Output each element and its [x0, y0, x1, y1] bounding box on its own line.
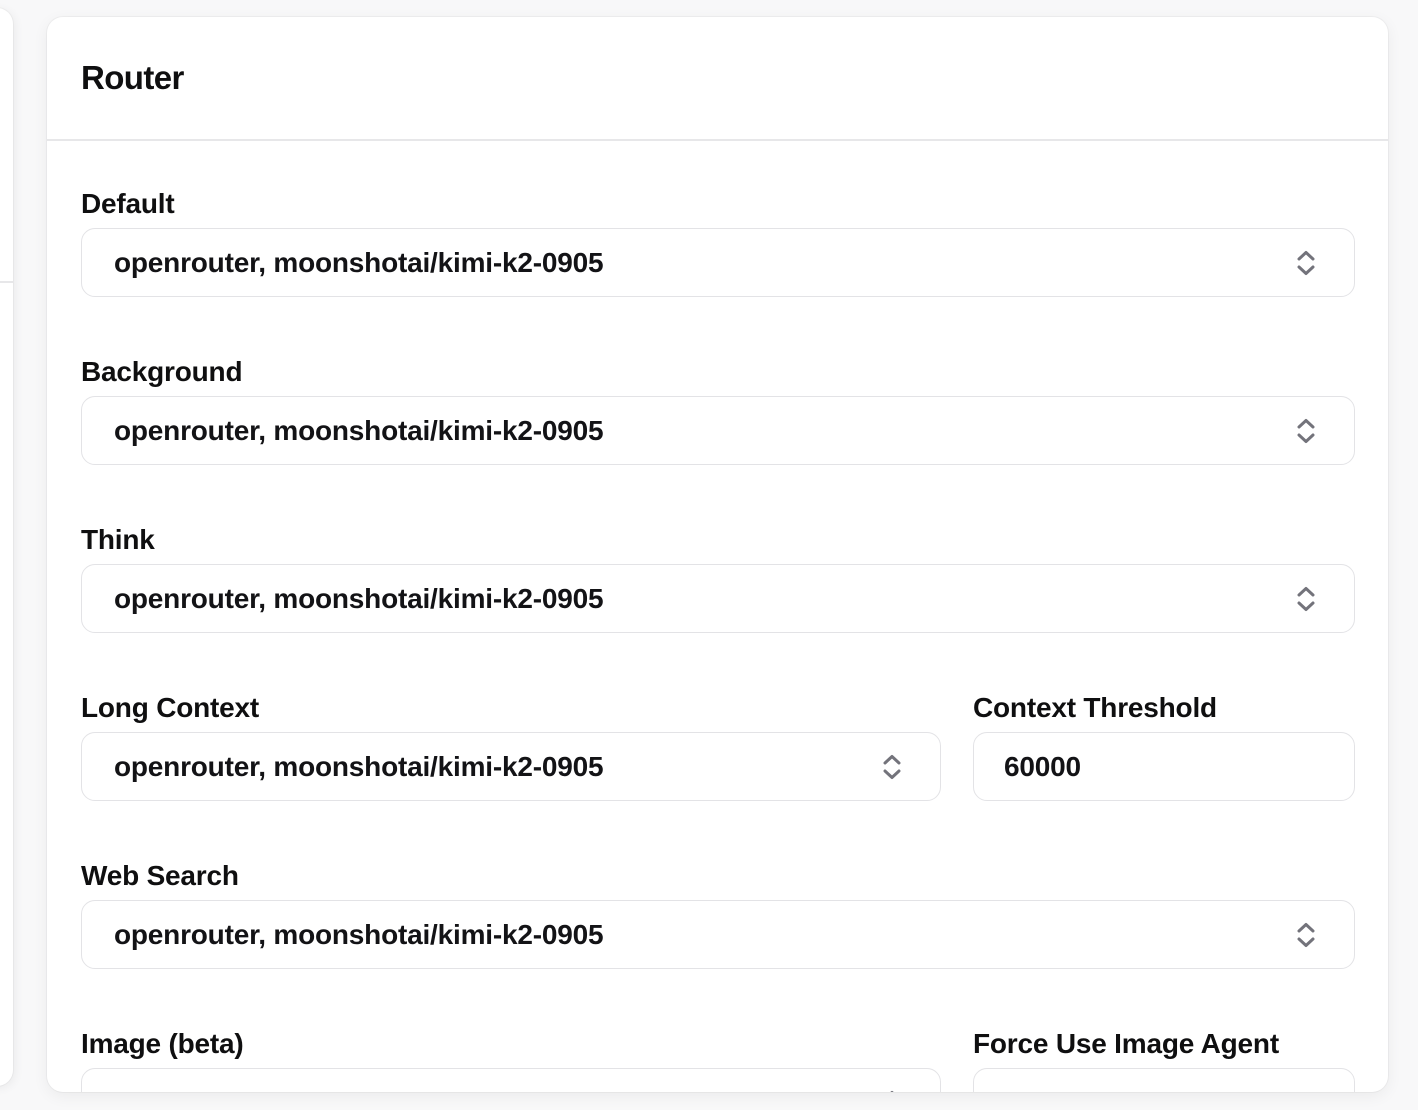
- background-model-select[interactable]: openrouter, moonshotai/kimi-k2-0905: [81, 396, 1355, 465]
- row-long-context: Long Context openrouter, moonshotai/kimi…: [81, 690, 1355, 801]
- chevron-up-down-icon: [883, 754, 901, 779]
- adjacent-card-edge: [0, 8, 13, 1086]
- long-context-model-value: openrouter, moonshotai/kimi-k2-0905: [114, 750, 604, 782]
- web-search-model-select[interactable]: openrouter, moonshotai/kimi-k2-0905: [81, 900, 1355, 969]
- force-use-image-agent-label: Force Use Image Agent: [973, 1028, 1279, 1059]
- long-context-model-select[interactable]: openrouter, moonshotai/kimi-k2-0905: [81, 732, 941, 801]
- field-force-use-image-agent: Force Use Image Agent: [973, 1026, 1355, 1092]
- long-context-label: Long Context: [81, 692, 260, 723]
- field-context-threshold: Context Threshold: [973, 690, 1355, 801]
- field-think: Think openrouter, moonshotai/kimi-k2-090…: [81, 522, 1355, 633]
- router-card-body: Default openrouter, moonshotai/kimi-k2-0…: [47, 141, 1388, 1092]
- chevron-up-down-icon: [1297, 250, 1315, 275]
- router-settings-card: Router Default openrouter, moonshotai/ki…: [47, 17, 1388, 1092]
- default-model-select[interactable]: openrouter, moonshotai/kimi-k2-0905: [81, 228, 1355, 297]
- adjacent-card-divider: [0, 281, 13, 283]
- chevron-up-down-icon: [1297, 922, 1315, 947]
- chevron-up-down-icon: [1297, 586, 1315, 611]
- chevron-up-down-icon: [1297, 418, 1315, 443]
- think-label: Think: [81, 524, 155, 555]
- field-default: Default openrouter, moonshotai/kimi-k2-0…: [81, 186, 1355, 297]
- default-model-value: openrouter, moonshotai/kimi-k2-0905: [114, 246, 604, 278]
- field-web-search: Web Search openrouter, moonshotai/kimi-k…: [81, 858, 1355, 969]
- page-title: Router: [81, 59, 184, 96]
- router-card-header: Router: [47, 17, 1388, 139]
- context-threshold-label: Context Threshold: [973, 692, 1217, 723]
- chevron-up-down-icon: [889, 1090, 895, 1092]
- background-label: Background: [81, 356, 243, 387]
- field-image: Image (beta): [81, 1026, 941, 1092]
- image-label: Image (beta): [81, 1028, 244, 1059]
- background-model-value: openrouter, moonshotai/kimi-k2-0905: [114, 414, 604, 446]
- field-background: Background openrouter, moonshotai/kimi-k…: [81, 354, 1355, 465]
- think-model-select[interactable]: openrouter, moonshotai/kimi-k2-0905: [81, 564, 1355, 633]
- default-label: Default: [81, 188, 175, 219]
- field-long-context: Long Context openrouter, moonshotai/kimi…: [81, 690, 941, 801]
- image-model-select[interactable]: [81, 1068, 941, 1092]
- web-search-model-value: openrouter, moonshotai/kimi-k2-0905: [114, 918, 604, 950]
- think-model-value: openrouter, moonshotai/kimi-k2-0905: [114, 582, 604, 614]
- context-threshold-input[interactable]: [973, 732, 1355, 801]
- web-search-label: Web Search: [81, 860, 239, 891]
- force-use-image-agent-input[interactable]: [973, 1068, 1355, 1092]
- row-image: Image (beta) Force Use Image Agent: [81, 1026, 1355, 1092]
